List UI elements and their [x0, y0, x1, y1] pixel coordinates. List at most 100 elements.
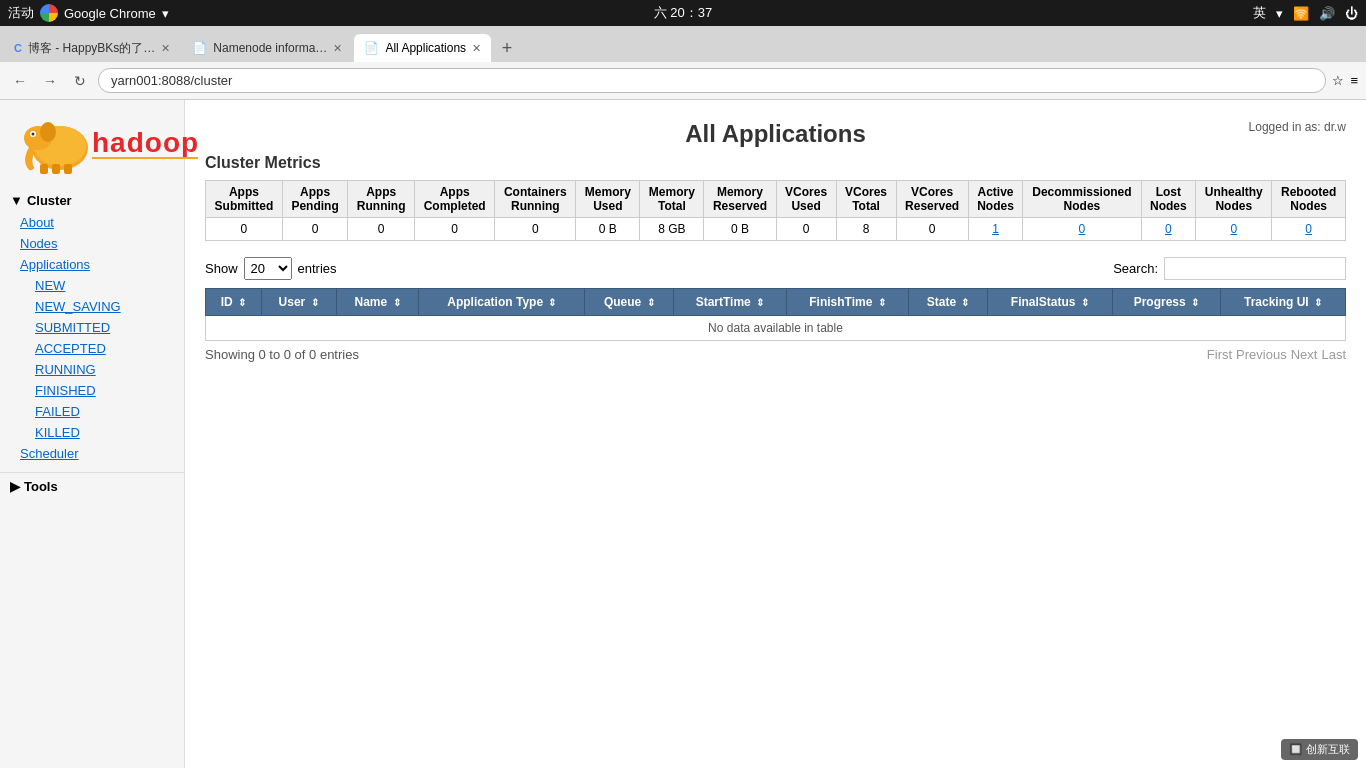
col-unhealthy-nodes: UnhealthyNodes	[1196, 181, 1272, 218]
svg-point-4	[32, 133, 35, 136]
sidebar-cluster-header[interactable]: ▼ Cluster	[0, 189, 184, 212]
val-lost-nodes[interactable]: 0	[1141, 218, 1196, 241]
val-vcores-used: 0	[776, 218, 836, 241]
sidebar-tools-header[interactable]: ▶ Tools	[0, 472, 184, 500]
col-memory-used: MemoryUsed	[576, 181, 640, 218]
pagination-last[interactable]: Last	[1321, 347, 1346, 362]
col-name[interactable]: Name ⇕	[336, 289, 419, 316]
sort-finalstatus-icon: ⇕	[1081, 297, 1089, 308]
pagination-next[interactable]: Next	[1291, 347, 1318, 362]
os-lang-dropdown-icon: ▾	[1276, 6, 1283, 21]
os-power-icon: ⏻	[1345, 6, 1358, 21]
decommissioned-link[interactable]: 0	[1079, 222, 1086, 236]
tab-namenode-close[interactable]: ✕	[333, 42, 342, 55]
sidebar-item-failed[interactable]: FAILED	[0, 401, 184, 422]
col-vcores-total: VCoresTotal	[836, 181, 896, 218]
entries-select[interactable]: 20 50 100	[244, 257, 292, 280]
table-footer: Showing 0 to 0 of 0 entries First Previo…	[205, 347, 1346, 362]
pagination-previous[interactable]: Previous	[1236, 347, 1287, 362]
sidebar-tools-label: Tools	[24, 479, 58, 494]
reload-button[interactable]: ↻	[68, 69, 92, 93]
apps-table-section: Show 20 50 100 entries Search:	[205, 257, 1346, 362]
col-rebooted-nodes: RebootedNodes	[1272, 181, 1346, 218]
pagination: First Previous Next Last	[1207, 347, 1346, 362]
tab-allapps[interactable]: 📄 All Applications ✕	[354, 34, 491, 62]
svg-text:hadoop: hadoop	[92, 127, 199, 158]
col-application-type[interactable]: Application Type ⇕	[419, 289, 585, 316]
bookmark-icon[interactable]: ☆	[1332, 73, 1344, 88]
os-chrome-label: Google Chrome	[64, 6, 156, 21]
tab-namenode-icon: 📄	[192, 41, 207, 55]
show-label: Show	[205, 261, 238, 276]
col-finishtime[interactable]: FinishTime ⇕	[786, 289, 909, 316]
col-id[interactable]: ID ⇕	[206, 289, 262, 316]
val-rebooted-nodes[interactable]: 0	[1272, 218, 1346, 241]
os-wifi-icon: 🛜	[1293, 6, 1309, 21]
menu-icon[interactable]: ≡	[1350, 73, 1358, 88]
val-vcores-total: 8	[836, 218, 896, 241]
col-tracking-ui[interactable]: Tracking UI ⇕	[1221, 289, 1346, 316]
tab-allapps-close[interactable]: ✕	[472, 42, 481, 55]
unhealthy-link[interactable]: 0	[1230, 222, 1237, 236]
tab-blog-close[interactable]: ✕	[161, 42, 170, 55]
tab-blog[interactable]: C 博客 - HappyBKs的了… ✕	[4, 34, 180, 62]
chrome-logo-icon	[40, 4, 58, 22]
col-memory-reserved: MemoryReserved	[704, 181, 776, 218]
url-text: yarn001:8088/cluster	[111, 73, 232, 88]
col-containers-running: ContainersRunning	[495, 181, 576, 218]
sidebar-item-applications[interactable]: Applications	[0, 254, 184, 275]
svg-rect-7	[52, 164, 60, 174]
sort-name-icon: ⇕	[393, 297, 401, 308]
val-decommissioned-nodes[interactable]: 0	[1023, 218, 1141, 241]
sidebar-item-new[interactable]: NEW	[0, 275, 184, 296]
val-unhealthy-nodes[interactable]: 0	[1196, 218, 1272, 241]
active-nodes-link[interactable]: 1	[992, 222, 999, 236]
rebooted-link[interactable]: 0	[1305, 222, 1312, 236]
sort-progress-icon: ⇕	[1191, 297, 1199, 308]
tab-allapps-icon: 📄	[364, 41, 379, 55]
os-volume-icon: 🔊	[1319, 6, 1335, 21]
address-bar: ← → ↻ yarn001:8088/cluster ☆ ≡	[0, 62, 1366, 100]
cluster-arrow-icon: ▼	[10, 193, 23, 208]
sidebar: ▼ Cluster About Nodes Applications NEW N…	[0, 100, 185, 768]
col-user[interactable]: User ⇕	[261, 289, 336, 316]
browser-chrome: C 博客 - HappyBKs的了… ✕ 📄 Namenode informa……	[0, 26, 1366, 100]
col-starttime[interactable]: StartTime ⇕	[674, 289, 786, 316]
url-input[interactable]: yarn001:8088/cluster	[98, 68, 1326, 93]
col-finalstatus[interactable]: FinalStatus ⇕	[987, 289, 1112, 316]
sidebar-item-about[interactable]: About	[0, 212, 184, 233]
col-queue[interactable]: Queue ⇕	[585, 289, 674, 316]
os-activities-label: 活动	[8, 4, 34, 22]
main-content: All Applications Logged in as: dr.w Clus…	[185, 100, 1366, 768]
col-progress[interactable]: Progress ⇕	[1112, 289, 1220, 316]
col-apps-running: AppsRunning	[348, 181, 415, 218]
sidebar-item-nodes[interactable]: Nodes	[0, 233, 184, 254]
sidebar-item-accepted[interactable]: ACCEPTED	[0, 338, 184, 359]
os-lang-label: 英	[1253, 4, 1266, 22]
sort-starttime-icon: ⇕	[756, 297, 764, 308]
sidebar-item-killed[interactable]: KILLED	[0, 422, 184, 443]
hadoop-logo-svg: hadoop	[20, 110, 210, 175]
search-input[interactable]	[1164, 257, 1346, 280]
os-dropdown-icon: ▾	[162, 6, 169, 21]
back-button[interactable]: ←	[8, 69, 32, 93]
val-apps-pending: 0	[282, 218, 347, 241]
show-entries: Show 20 50 100 entries	[205, 257, 337, 280]
new-tab-button[interactable]: +	[493, 34, 521, 62]
sidebar-item-submitted[interactable]: SUBMITTED	[0, 317, 184, 338]
val-active-nodes[interactable]: 1	[968, 218, 1023, 241]
pagination-first[interactable]: First	[1207, 347, 1232, 362]
val-apps-submitted: 0	[206, 218, 283, 241]
sidebar-item-new-saving[interactable]: NEW_SAVING	[0, 296, 184, 317]
sidebar-cluster-label: Cluster	[27, 193, 72, 208]
search-area: Search:	[1113, 257, 1346, 280]
lost-link[interactable]: 0	[1165, 222, 1172, 236]
sidebar-item-scheduler[interactable]: Scheduler	[0, 443, 184, 464]
col-state[interactable]: State ⇕	[909, 289, 987, 316]
tab-namenode[interactable]: 📄 Namenode informa… ✕	[182, 34, 352, 62]
val-vcores-reserved: 0	[896, 218, 968, 241]
forward-button[interactable]: →	[38, 69, 62, 93]
sidebar-item-finished[interactable]: FINISHED	[0, 380, 184, 401]
col-memory-total: MemoryTotal	[640, 181, 704, 218]
sidebar-item-running[interactable]: RUNNING	[0, 359, 184, 380]
